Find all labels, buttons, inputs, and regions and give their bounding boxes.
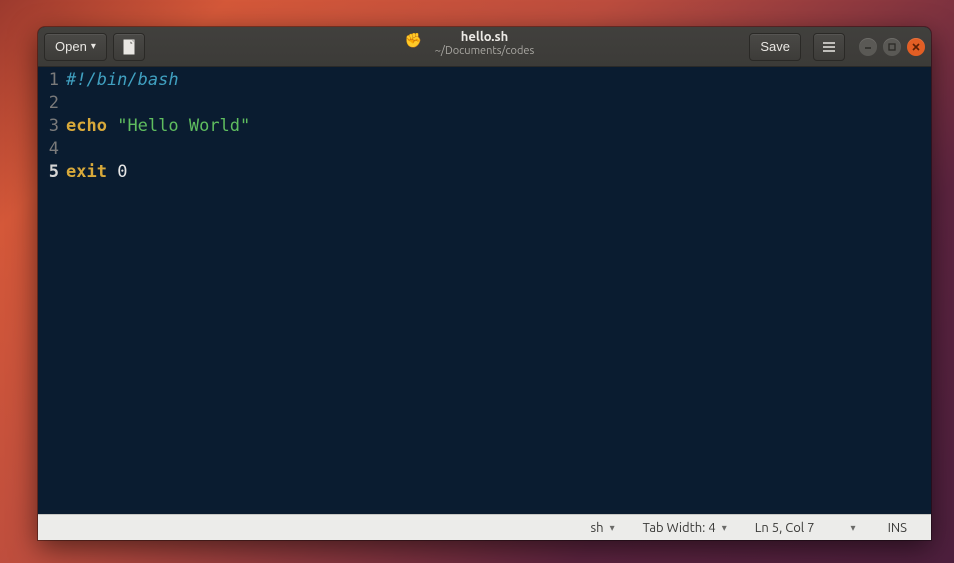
open-button-label: Open	[55, 39, 87, 54]
chevron-down-icon: ▾	[851, 522, 856, 534]
maximize-button[interactable]	[883, 38, 901, 56]
language-label: sh	[591, 521, 604, 535]
minimize-icon	[863, 42, 873, 52]
cursor-position-label: Ln 5, Col 7	[755, 521, 815, 535]
grab-icon: ✊	[405, 32, 422, 48]
code-token	[107, 116, 117, 136]
code-line[interactable]: echo "Hello World"	[66, 115, 250, 138]
line-number: 4	[38, 138, 59, 161]
chevron-down-icon: ▾	[610, 522, 615, 534]
editor-area[interactable]: 12345 #!/bin/bash echo "Hello World" exit …	[38, 67, 931, 514]
chevron-down-icon: ▾	[722, 522, 727, 534]
chevron-down-icon: ▾	[91, 41, 96, 52]
insert-mode-indicator[interactable]: INS	[870, 521, 921, 535]
maximize-icon	[887, 42, 897, 52]
line-number: 5	[38, 161, 59, 184]
tab-width-selector[interactable]: Tab Width: 4 ▾	[629, 521, 741, 535]
code-token: echo	[66, 116, 107, 136]
code-token: "Hello World"	[117, 116, 250, 136]
code-line[interactable]	[66, 92, 250, 115]
file-path: ~/Documents/codes	[435, 45, 535, 58]
line-number: 3	[38, 115, 59, 138]
titlebar[interactable]: Open ▾ ✊ hello.sh ~/Documents/codes Save	[38, 27, 931, 67]
line-number-gutter: 12345	[38, 67, 62, 514]
close-button[interactable]	[907, 38, 925, 56]
hamburger-icon	[822, 40, 836, 54]
close-icon	[911, 42, 921, 52]
code-line[interactable]	[66, 138, 250, 161]
minimize-button[interactable]	[859, 38, 877, 56]
new-document-button[interactable]	[113, 33, 145, 61]
code-token	[107, 162, 117, 182]
save-button-label: Save	[760, 39, 790, 54]
title-area: ✊ hello.sh ~/Documents/codes	[435, 30, 535, 58]
tab-width-label: Tab Width: 4	[643, 521, 716, 535]
insert-mode-label: INS	[888, 521, 907, 535]
statusbar: sh ▾ Tab Width: 4 ▾ Ln 5, Col 7 ▾ INS	[38, 514, 931, 540]
window-controls	[859, 38, 925, 56]
hamburger-menu-button[interactable]	[813, 33, 845, 61]
line-number: 1	[38, 69, 59, 92]
editor-window: Open ▾ ✊ hello.sh ~/Documents/codes Save	[38, 27, 931, 540]
code-content[interactable]: #!/bin/bash echo "Hello World" exit 0	[62, 67, 250, 514]
code-token: 0	[117, 162, 127, 182]
code-line[interactable]: exit 0	[66, 161, 250, 184]
file-name: hello.sh	[435, 30, 535, 45]
save-button[interactable]: Save	[749, 33, 801, 61]
cursor-position-selector[interactable]: Ln 5, Col 7 ▾	[741, 521, 870, 535]
code-token: exit	[66, 162, 107, 182]
open-button[interactable]: Open ▾	[44, 33, 107, 61]
language-selector[interactable]: sh ▾	[577, 521, 629, 535]
code-token: #!/bin/bash	[66, 70, 179, 90]
line-number: 2	[38, 92, 59, 115]
new-document-icon	[121, 39, 137, 55]
code-line[interactable]: #!/bin/bash	[66, 69, 250, 92]
